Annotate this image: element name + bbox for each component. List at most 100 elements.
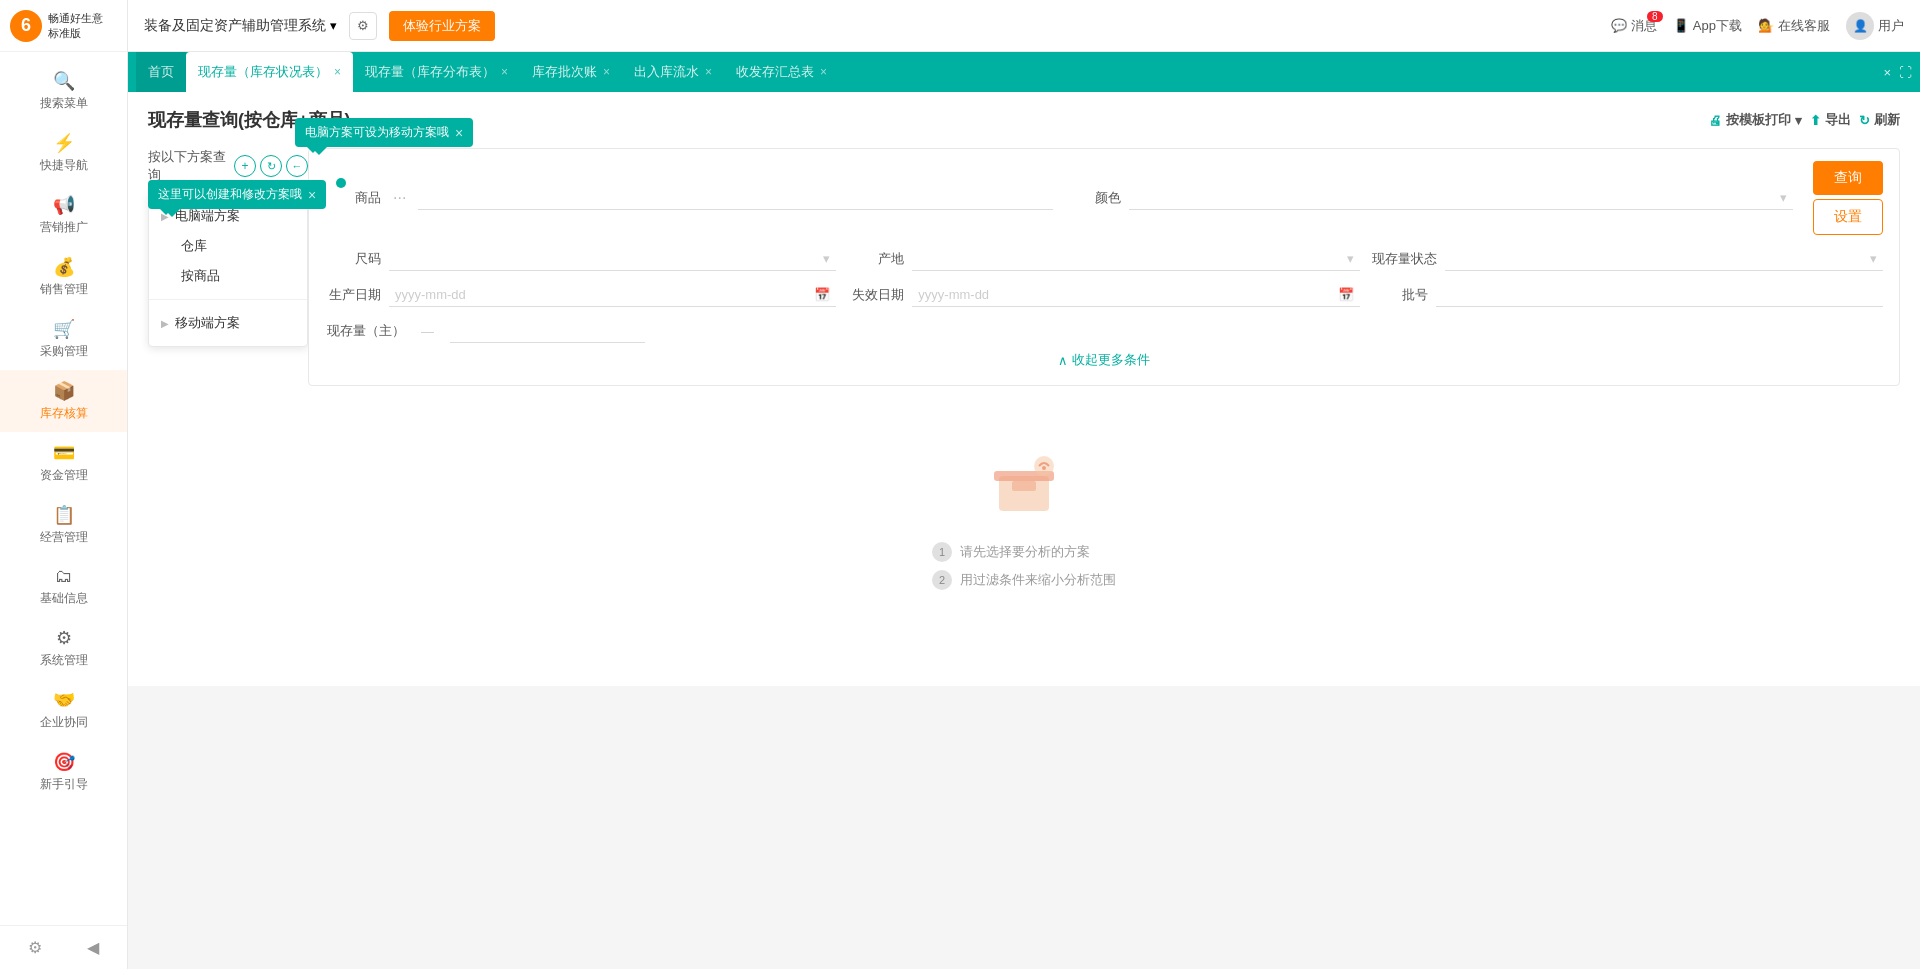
color-select[interactable]: ▾: [1129, 186, 1793, 210]
mfg-date-picker[interactable]: yyyy-mm-dd 📅: [389, 283, 836, 307]
tab-batch-account[interactable]: 库存批次账 ×: [520, 52, 622, 92]
back-scheme-button[interactable]: ←: [286, 155, 308, 177]
stock-status-select[interactable]: ▾: [1445, 247, 1883, 271]
sidebar-item-purchase[interactable]: 🛒 采购管理: [0, 308, 127, 370]
user-menu[interactable]: 👤 用户: [1846, 12, 1904, 40]
tab-bar: 首页 现存量（库存状况表） × 现存量（库存分布表） × 库存批次账 × 出入库…: [128, 52, 1920, 92]
tab-inventory-dist-label: 现存量（库存分布表）: [365, 63, 495, 81]
tab-summary[interactable]: 收发存汇总表 ×: [724, 52, 839, 92]
filter-field-goods: 商品 ···: [325, 186, 1053, 210]
sidebar-item-enterprise[interactable]: 🤝 企业协同: [0, 679, 127, 741]
empty-step-2: 2 用过滤条件来缩小分析范围: [932, 570, 1116, 590]
tab-batch-account-close[interactable]: ×: [603, 65, 610, 79]
finance-icon: 💳: [53, 442, 75, 464]
main-content: 装备及固定资产辅助管理系统 ▾ ⚙ 体验行业方案 💬 消息 8 📱 App下载 …: [128, 0, 1920, 969]
tab-batch-account-label: 库存批次账: [532, 63, 597, 81]
tab-inout-flow-close[interactable]: ×: [705, 65, 712, 79]
exp-date-picker[interactable]: yyyy-mm-dd 📅: [912, 283, 1359, 307]
refresh-button[interactable]: ↻ 刷新: [1859, 111, 1900, 129]
sidebar-item-marketing[interactable]: 📢 营销推广: [0, 184, 127, 246]
step-1-text: 请先选择要分析的方案: [960, 543, 1090, 561]
step-2-num: 2: [932, 570, 952, 590]
tab-inventory-dist[interactable]: 现存量（库存分布表） ×: [353, 52, 520, 92]
tab-inventory-dist-close[interactable]: ×: [501, 65, 508, 79]
sidebar-item-sales[interactable]: 💰 销售管理: [0, 246, 127, 308]
sidebar-settings-button[interactable]: ⚙: [28, 938, 42, 957]
search-button[interactable]: 查询: [1813, 161, 1883, 195]
sidebar-item-label: 采购管理: [40, 343, 88, 360]
sidebar-item-guide[interactable]: 🎯 新手引导: [0, 741, 127, 803]
system-name: 装备及固定资产辅助管理系统: [144, 17, 326, 35]
export-button[interactable]: ⬆ 导出: [1810, 111, 1851, 129]
size-dropdown-icon: ▾: [823, 251, 830, 266]
tab-home[interactable]: 首页: [136, 52, 186, 92]
goods-dots[interactable]: ···: [389, 189, 410, 207]
tab-summary-close[interactable]: ×: [820, 65, 827, 79]
sidebar-item-finance[interactable]: 💳 资金管理: [0, 432, 127, 494]
sidebar-item-label: 营销推广: [40, 219, 88, 236]
mfg-date-label: 生产日期: [325, 286, 381, 304]
search-icon: 🔍: [53, 70, 75, 92]
sidebar-item-management[interactable]: 📋 经营管理: [0, 494, 127, 556]
exp-calendar-icon: 📅: [1338, 287, 1354, 302]
sidebar-item-basicinfo[interactable]: 🗂 基础信息: [0, 556, 127, 617]
tab-bar-right: × ⛶: [1883, 65, 1912, 80]
tab-inventory-status[interactable]: 现存量（库存状况表） ×: [186, 52, 353, 92]
experience-button[interactable]: 体验行业方案: [389, 11, 495, 41]
batch-label: 批号: [1372, 286, 1428, 304]
origin-dropdown-icon: ▾: [1347, 251, 1354, 266]
collapse-button[interactable]: ∧ 收起更多条件: [325, 343, 1883, 373]
tab-inventory-status-close[interactable]: ×: [334, 65, 341, 79]
scheme-item-goods[interactable]: 按商品: [169, 261, 307, 291]
nav-icon: ⚡: [53, 132, 75, 154]
sidebar-item-label: 资金管理: [40, 467, 88, 484]
tooltip-edit-close[interactable]: ×: [308, 187, 316, 203]
sidebar-item-label: 基础信息: [40, 590, 88, 607]
goods-label: 商品: [325, 189, 381, 207]
filter-field-origin: 产地 ▾: [848, 247, 1359, 271]
tab-close-all-button[interactable]: ×: [1883, 65, 1891, 80]
print-button[interactable]: 🖨 按模板打印 ▾: [1709, 111, 1802, 129]
svg-rect-2: [1012, 481, 1036, 491]
scheme-item-mobile[interactable]: ▶ 移动端方案: [149, 308, 307, 338]
exp-date-placeholder: yyyy-mm-dd: [918, 287, 989, 302]
tooltip-pc-close[interactable]: ×: [455, 125, 463, 141]
filter-field-size: 尺码 ▾: [325, 247, 836, 271]
sidebar-item-search[interactable]: 🔍 搜索菜单: [0, 60, 127, 122]
goods-input[interactable]: [418, 186, 1053, 210]
batch-input[interactable]: [1436, 283, 1883, 307]
filter-field-mfg-date: 生产日期 yyyy-mm-dd 📅: [325, 283, 836, 307]
tab-inout-flow-label: 出入库流水: [634, 63, 699, 81]
refresh-icon: ↻: [1859, 113, 1870, 128]
marketing-icon: 📢: [53, 194, 75, 216]
management-icon: 📋: [53, 504, 75, 526]
reset-button[interactable]: 设置: [1813, 199, 1883, 235]
page-content: 现存量查询(按仓库+商品) 🖨 按模板打印 ▾ ⬆ 导出 ↻ 刷新: [128, 92, 1920, 969]
header-right: 💬 消息 8 📱 App下载 💁 在线客服 👤 用户: [1611, 12, 1904, 40]
sidebar-nav: 🔍 搜索菜单 ⚡ 快捷导航 📢 营销推广 💰 销售管理 🛒 采购管理 📦 库存核…: [0, 52, 127, 925]
origin-label: 产地: [848, 250, 904, 268]
refresh-scheme-button[interactable]: ↻: [260, 155, 282, 177]
sidebar-item-label: 新手引导: [40, 776, 88, 793]
app-download-button[interactable]: 📱 App下载: [1673, 17, 1742, 35]
system-name-dropdown[interactable]: 装备及固定资产辅助管理系统 ▾: [144, 17, 337, 35]
sidebar-item-system[interactable]: ⚙ 系统管理: [0, 617, 127, 679]
sidebar-collapse-button[interactable]: ◀: [87, 938, 99, 957]
origin-select[interactable]: ▾: [912, 247, 1359, 271]
sidebar-item-nav[interactable]: ⚡ 快捷导航: [0, 122, 127, 184]
size-select[interactable]: ▾: [389, 247, 836, 271]
scheme-dot-indicator: [336, 178, 346, 188]
add-scheme-button[interactable]: +: [234, 155, 256, 177]
settings-gear-button[interactable]: ⚙: [349, 12, 377, 40]
online-service-button[interactable]: 💁 在线客服: [1758, 17, 1830, 35]
tab-inout-flow[interactable]: 出入库流水 ×: [622, 52, 724, 92]
stock-main-input[interactable]: [450, 319, 645, 343]
tab-expand-button[interactable]: ⛶: [1899, 65, 1912, 80]
sidebar-item-inventory[interactable]: 📦 库存核算: [0, 370, 127, 432]
print-label: 按模板打印: [1726, 111, 1791, 129]
scheme-item-warehouse[interactable]: 仓库: [169, 231, 307, 261]
empty-illustration: [984, 446, 1064, 526]
system-icon: ⚙: [56, 627, 72, 649]
content-panel: 现存量查询(按仓库+商品) 🖨 按模板打印 ▾ ⬆ 导出 ↻ 刷新: [128, 92, 1920, 686]
message-button[interactable]: 💬 消息 8: [1611, 17, 1657, 35]
